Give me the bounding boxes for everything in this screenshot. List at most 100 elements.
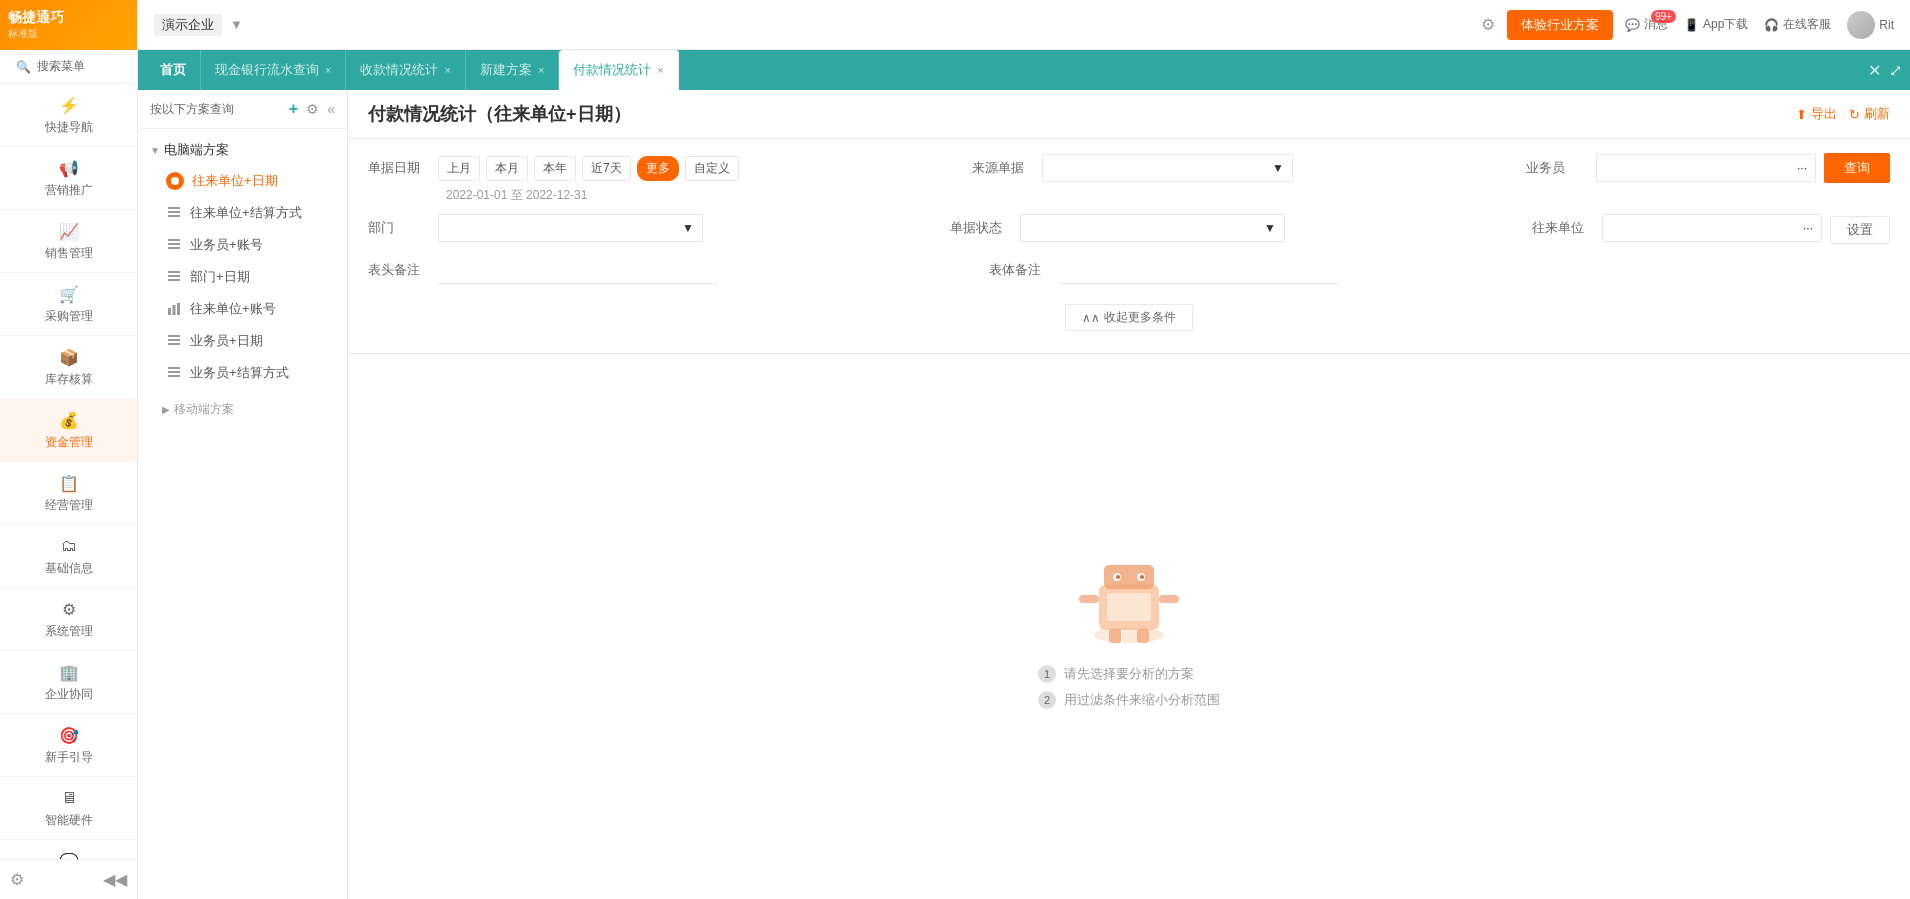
- user-name: Rit: [1879, 18, 1894, 32]
- query-btn[interactable]: 查询: [1824, 153, 1890, 183]
- sidebar-item-inventory[interactable]: 📦 库存核算: [0, 336, 137, 399]
- sidebar-item-hardware[interactable]: 🖥 智能硬件: [0, 777, 137, 840]
- sidebar-search[interactable]: 🔍 搜索菜单: [0, 50, 137, 84]
- scheme-settings-btn[interactable]: ⚙: [306, 101, 319, 117]
- collapse-panel-btn[interactable]: «: [327, 101, 335, 117]
- user-avatar-area[interactable]: Rit: [1847, 11, 1894, 39]
- tab-payment-close[interactable]: ×: [657, 64, 663, 76]
- sidebar-item-purchase[interactable]: 🛒 采购管理: [0, 273, 137, 336]
- tab-bank-close[interactable]: ×: [325, 64, 331, 76]
- sidebar: 畅捷通巧 标准版 🔍 搜索菜单 ⚡ 快捷导航 📢 营销推广 📈 销售管理 🛒 采…: [0, 0, 138, 899]
- body-note-input[interactable]: [1059, 256, 1339, 284]
- export-icon: ⬆: [1796, 107, 1807, 122]
- svg-point-0: [171, 177, 179, 185]
- sidebar-item-capital[interactable]: 💰 资金管理: [0, 399, 137, 462]
- operation-icon: 📋: [58, 472, 80, 494]
- tab-payment-stat[interactable]: 付款情况统计 ×: [559, 50, 678, 90]
- staff-select[interactable]: ···: [1596, 154, 1816, 182]
- sidebar-item-sales[interactable]: 📈 销售管理: [0, 210, 137, 273]
- custom-date-btn[interactable]: 自定义: [685, 156, 739, 181]
- message-btn[interactable]: 💬 消息 99+: [1625, 16, 1668, 33]
- body-note-label: 表体备注: [989, 261, 1059, 279]
- collapse-sidebar-btn[interactable]: ◀◀: [103, 870, 127, 889]
- header-note-input[interactable]: [438, 256, 718, 284]
- dept-select[interactable]: ▼: [438, 214, 703, 242]
- tab-bank[interactable]: 现金银行流水查询 ×: [201, 50, 346, 90]
- tab-home[interactable]: 首页: [146, 50, 201, 90]
- doc-status-select[interactable]: ▼: [1020, 214, 1285, 242]
- sidebar-item-marketing[interactable]: 📢 营销推广: [0, 147, 137, 210]
- scheme-item-label: 往来单位+日期: [192, 172, 278, 190]
- trial-btn[interactable]: 体验行业方案: [1507, 10, 1613, 40]
- sidebar-item-quick-nav[interactable]: ⚡ 快捷导航: [0, 84, 137, 147]
- scheme-item-contact-payment[interactable]: 往来单位+结算方式: [138, 197, 347, 229]
- hardware-icon: 🖥: [58, 787, 80, 809]
- settings-footer-btn[interactable]: ⚙: [10, 870, 24, 889]
- sidebar-header: 畅捷通巧 标准版: [0, 0, 137, 50]
- avatar: [1847, 11, 1875, 39]
- refresh-btn[interactable]: ↻ 刷新: [1849, 105, 1890, 123]
- scheme-item-contact-account[interactable]: 往来单位+账号: [138, 293, 347, 325]
- marketing-icon: 📢: [58, 157, 80, 179]
- right-content: 付款情况统计（往来单位+日期） ⬆ 导出 ↻ 刷新 单据日期: [348, 90, 1910, 899]
- sidebar-item-weixin[interactable]: 💬 企业微信: [0, 840, 137, 859]
- svg-rect-15: [168, 343, 180, 345]
- collapse-icon: ∧∧: [1082, 311, 1100, 325]
- filter-row-1: 单据日期 上月 本月 本年 近7天 更多 自定义 来源单据 ▼: [368, 153, 1890, 183]
- svg-rect-9: [168, 279, 180, 281]
- sidebar-item-label: 企业协同: [45, 686, 93, 703]
- tab-income-stat[interactable]: 收款情况统计 ×: [346, 50, 465, 90]
- filter-row-3: 表头备注 表体备注: [368, 256, 1890, 284]
- contact-select[interactable]: ···: [1602, 214, 1822, 242]
- app-download-btn[interactable]: 📱 App下载: [1684, 16, 1748, 33]
- collapse-conditions-btn[interactable]: ∧∧ 收起更多条件: [1065, 304, 1193, 331]
- last-month-btn[interactable]: 上月: [438, 156, 480, 181]
- add-scheme-btn[interactable]: +: [289, 100, 298, 118]
- tab-payment-label: 付款情况统计: [573, 61, 651, 79]
- staff-label: 业务员: [1526, 159, 1596, 177]
- this-month-btn[interactable]: 本月: [486, 156, 528, 181]
- last-7days-btn[interactable]: 近7天: [582, 156, 631, 181]
- company-dropdown-icon[interactable]: ▼: [230, 17, 243, 32]
- sidebar-item-label: 快捷导航: [45, 119, 93, 136]
- source-doc-select[interactable]: ▼: [1042, 154, 1293, 182]
- sidebar-nav: ⚡ 快捷导航 📢 营销推广 📈 销售管理 🛒 采购管理 📦 库存核算 💰 资金管…: [0, 84, 137, 859]
- close-all-tabs-btn[interactable]: ✕: [1868, 61, 1881, 80]
- sidebar-item-system[interactable]: ⚙ 系统管理: [0, 588, 137, 651]
- scheme-item-staff-payment[interactable]: 业务员+结算方式: [138, 357, 347, 389]
- topbar-settings-icon[interactable]: ⚙: [1481, 15, 1495, 34]
- desktop-section-header[interactable]: ▼ 电脑端方案: [138, 135, 347, 165]
- scheme-item-staff-date[interactable]: 业务员+日期: [138, 325, 347, 357]
- enterprise-icon: 🏢: [58, 661, 80, 683]
- empty-illustration: [1069, 545, 1189, 645]
- tab-new-scheme-close[interactable]: ×: [538, 64, 544, 76]
- left-panel-title: 按以下方案查询: [150, 101, 234, 118]
- sidebar-item-base-info[interactable]: 🗂 基础信息: [0, 525, 137, 588]
- date-filter-buttons: 上月 本月 本年 近7天 更多 自定义: [438, 156, 739, 181]
- left-panel-header: 按以下方案查询 + ⚙ «: [138, 90, 347, 129]
- chevron-right-icon: ▶: [162, 404, 170, 415]
- sidebar-item-guide[interactable]: 🎯 新手引导: [0, 714, 137, 777]
- date-filter-label: 单据日期: [368, 159, 438, 177]
- desktop-section-label: 电脑端方案: [164, 141, 229, 159]
- scheme-item-contact-date[interactable]: 往来单位+日期: [138, 165, 347, 197]
- tabbar: 首页 现金银行流水查询 × 收款情况统计 × 新建方案 × 付款情况统计 × ✕…: [138, 50, 1910, 90]
- mobile-section-header[interactable]: ▶ 移动端方案: [138, 395, 347, 424]
- more-date-btn[interactable]: 更多: [637, 156, 679, 181]
- online-service-btn[interactable]: 🎧 在线客服: [1764, 16, 1831, 33]
- sidebar-item-label: 营销推广: [45, 182, 93, 199]
- export-btn[interactable]: ⬆ 导出: [1796, 105, 1837, 123]
- quick-nav-icon: ⚡: [58, 94, 80, 116]
- tab-new-scheme[interactable]: 新建方案 ×: [466, 50, 559, 90]
- svg-rect-2: [168, 211, 180, 213]
- table-icon3: [166, 269, 182, 285]
- scheme-item-dept-date[interactable]: 部门+日期: [138, 261, 347, 293]
- sidebar-item-enterprise[interactable]: 🏢 企业协同: [0, 651, 137, 714]
- svg-rect-8: [168, 275, 180, 277]
- tab-income-close[interactable]: ×: [444, 64, 450, 76]
- scheme-item-staff-account[interactable]: 业务员+账号: [138, 229, 347, 261]
- sidebar-item-operation[interactable]: 📋 经营管理: [0, 462, 137, 525]
- expand-tab-btn[interactable]: ⤢: [1889, 61, 1902, 80]
- set-btn[interactable]: 设置: [1830, 216, 1890, 244]
- this-year-btn[interactable]: 本年: [534, 156, 576, 181]
